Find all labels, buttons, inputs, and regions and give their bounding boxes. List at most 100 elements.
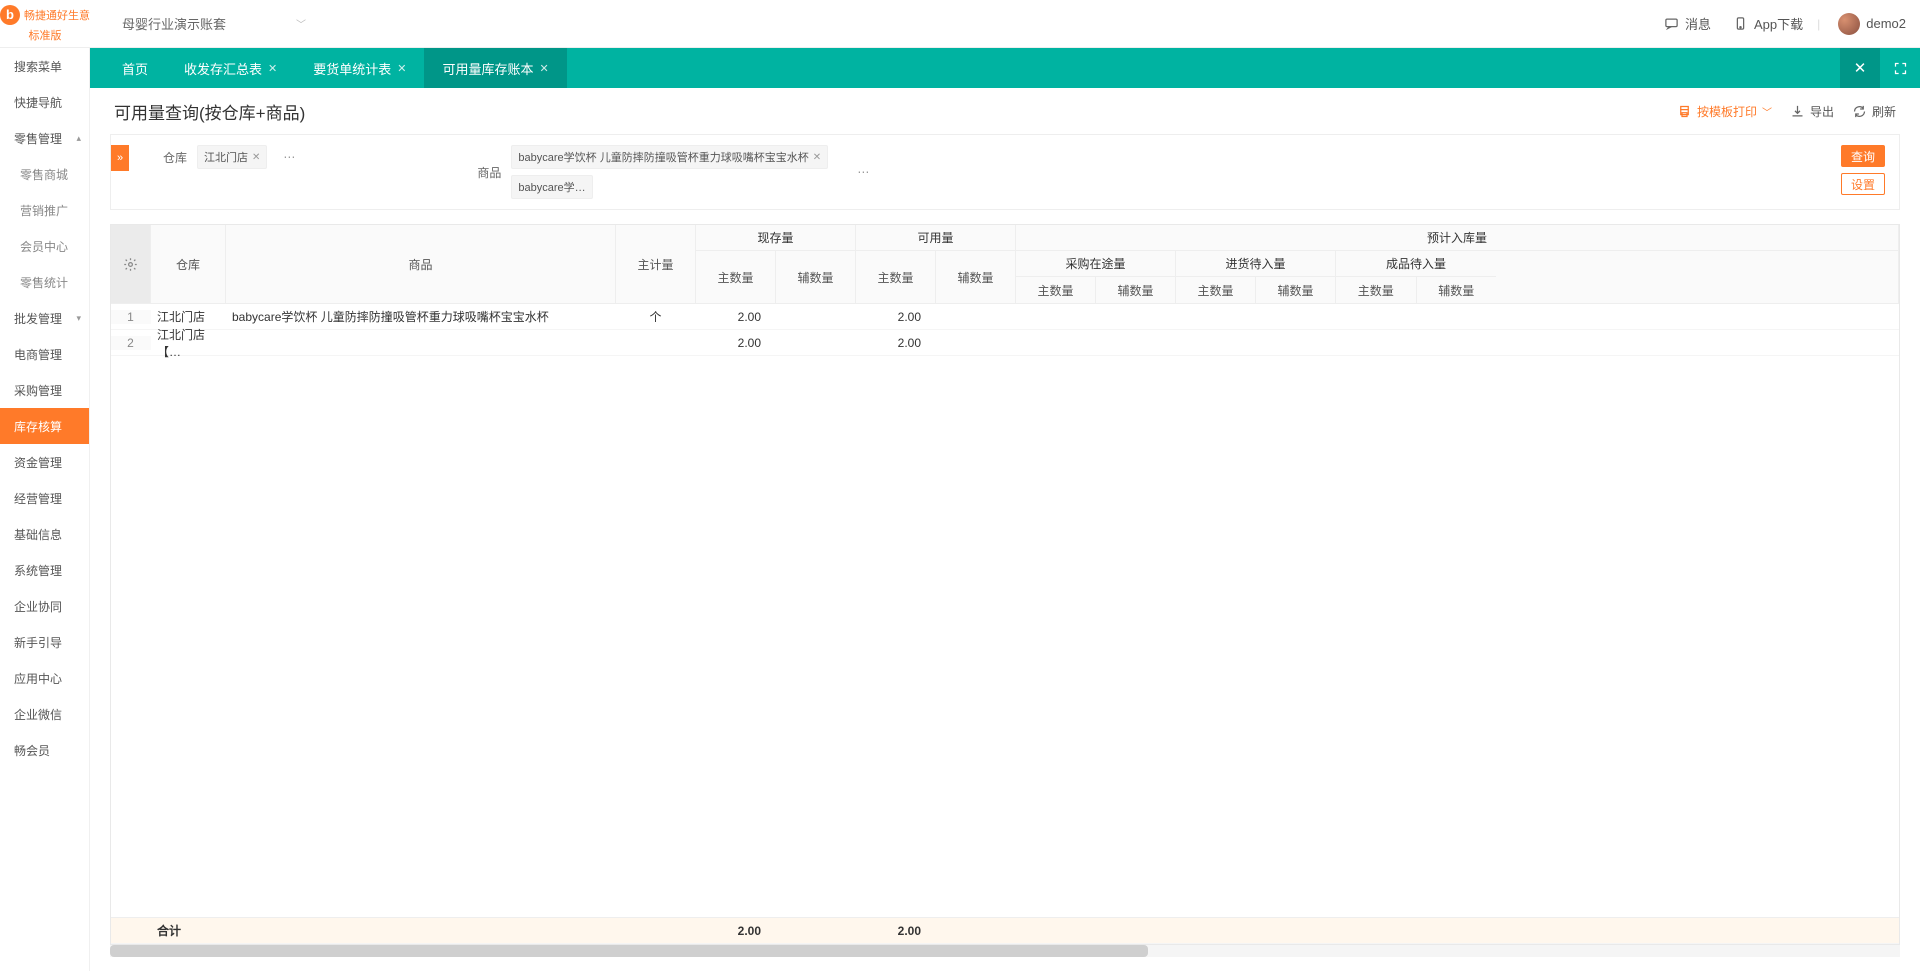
- sidebar-item-label: 新手引导: [14, 634, 62, 651]
- sidebar-item-9[interactable]: 采购管理: [0, 372, 89, 408]
- sidebar-item-11[interactable]: 资金管理: [0, 444, 89, 480]
- header-goods-pending: 进货待入量: [1176, 251, 1335, 277]
- account-name: 母婴行业演示账套: [122, 14, 226, 33]
- sidebar-item-label: 搜索菜单: [14, 58, 62, 75]
- header-pt-aux: 辅数量: [1096, 277, 1175, 303]
- gear-column-header[interactable]: [111, 225, 151, 303]
- export-button[interactable]: 导出: [1790, 103, 1834, 120]
- header-pt-main: 主数量: [1016, 277, 1096, 303]
- filter-collapse-handle[interactable]: »: [111, 145, 129, 171]
- sidebar-item-label: 基础信息: [14, 526, 62, 543]
- settings-button[interactable]: 设置: [1841, 173, 1885, 195]
- warehouse-more-icon[interactable]: ⋯: [283, 150, 297, 164]
- sidebar-item-label: 系统管理: [14, 562, 62, 579]
- sidebar-item-19[interactable]: 畅会员: [0, 732, 89, 768]
- sidebar-item-3[interactable]: 零售商城: [0, 156, 89, 192]
- tab-2[interactable]: 要货单统计表 ✕: [295, 48, 424, 88]
- filter-tag[interactable]: babycare学…: [511, 175, 592, 199]
- brand-logo: b 畅捷通好生意 标准版: [0, 0, 90, 48]
- sidebar-item-14[interactable]: 系统管理: [0, 552, 89, 588]
- export-icon: [1790, 104, 1805, 119]
- header-avail-main: 主数量: [856, 251, 936, 303]
- sidebar-item-label: 资金管理: [14, 454, 62, 471]
- sidebar-item-7[interactable]: 批发管理▾: [0, 300, 89, 336]
- sidebar-item-label: 库存核算: [14, 418, 62, 435]
- tab-label: 可用量库存账本: [442, 59, 533, 78]
- sidebar-item-4[interactable]: 营销推广: [0, 192, 89, 228]
- close-all-tabs-button[interactable]: ✕: [1840, 48, 1880, 88]
- close-icon[interactable]: ✕: [397, 62, 406, 75]
- sidebar-item-1[interactable]: 快捷导航: [0, 84, 89, 120]
- header-expected-group: 预计入库量 采购在途量 主数量 辅数量 进货待入量 主数量: [1016, 225, 1899, 303]
- user-avatar[interactable]: [1838, 13, 1860, 35]
- sidebar-item-6[interactable]: 零售统计: [0, 264, 89, 300]
- sidebar-item-15[interactable]: 企业协同: [0, 588, 89, 624]
- header-fp-main: 主数量: [1336, 277, 1417, 303]
- sidebar-item-5[interactable]: 会员中心: [0, 228, 89, 264]
- filter-bar: » 仓库 江北门店✕ ⋯ 商品 babycare学饮杯 儿童防摔防撞吸管杯重力球…: [110, 134, 1900, 210]
- message-icon: [1664, 16, 1679, 31]
- refresh-icon: [1852, 104, 1867, 119]
- sidebar-item-17[interactable]: 应用中心: [0, 660, 89, 696]
- fullscreen-button[interactable]: [1880, 48, 1920, 88]
- header-fp-aux: 辅数量: [1417, 277, 1497, 303]
- refresh-label: 刷新: [1872, 103, 1896, 120]
- warehouse-filter-label: 仓库: [163, 149, 187, 166]
- remove-tag-icon[interactable]: ✕: [252, 152, 260, 163]
- account-selector[interactable]: 母婴行业演示账套 ﹀: [114, 8, 314, 39]
- filter-tag[interactable]: babycare学饮杯 儿童防摔防撞吸管杯重力球吸嘴杯宝宝水杯 ✕: [511, 145, 828, 169]
- sidebar-item-label: 采购管理: [14, 382, 62, 399]
- filter-tag[interactable]: 江北门店✕: [197, 145, 267, 169]
- brand-name: 畅捷通好生意: [24, 7, 90, 23]
- sidebar-item-10[interactable]: 库存核算: [0, 408, 89, 444]
- username[interactable]: demo2: [1866, 16, 1906, 31]
- sidebar-item-13[interactable]: 基础信息: [0, 516, 89, 552]
- remove-tag-icon[interactable]: ✕: [813, 152, 821, 163]
- print-template-button[interactable]: 按模板打印 ﹀: [1677, 103, 1772, 120]
- header-purchase-transit: 采购在途量: [1016, 251, 1175, 277]
- tag-label: babycare学饮杯 儿童防摔防撞吸管杯重力球吸嘴杯宝宝水杯: [518, 149, 808, 165]
- sidebar-item-16[interactable]: 新手引导: [0, 624, 89, 660]
- product-tag-input[interactable]: babycare学饮杯 儿童防摔防撞吸管杯重力球吸嘴杯宝宝水杯✕babycare…: [511, 145, 841, 199]
- sidebar-item-label: 零售商城: [20, 166, 68, 183]
- sidebar-item-label: 经营管理: [14, 490, 62, 507]
- header-unit: 主计量: [616, 225, 696, 303]
- table-row[interactable]: 2江北门店【…2.002.00: [111, 330, 1899, 356]
- total-label: 合计: [151, 922, 226, 939]
- print-icon: [1677, 104, 1692, 119]
- sidebar-item-label: 零售管理: [14, 130, 62, 147]
- tab-3[interactable]: 可用量库存账本 ✕: [424, 48, 566, 88]
- header-expected: 预计入库量: [1016, 225, 1898, 251]
- horizontal-scrollbar[interactable]: [110, 945, 1900, 957]
- messages-button[interactable]: 消息: [1664, 14, 1711, 33]
- triangle-up-icon: ▴: [76, 133, 81, 144]
- sidebar-item-label: 应用中心: [14, 670, 62, 687]
- close-icon[interactable]: ✕: [540, 62, 549, 75]
- print-label: 按模板打印: [1697, 103, 1757, 120]
- refresh-button[interactable]: 刷新: [1852, 103, 1896, 120]
- cell-warehouse: 江北门店: [151, 308, 226, 325]
- header-avail-aux: 辅数量: [936, 251, 1015, 303]
- close-icon[interactable]: ✕: [268, 62, 277, 75]
- app-download-button[interactable]: App下载: [1733, 14, 1803, 33]
- tab-0[interactable]: 首页: [104, 48, 166, 88]
- sidebar-item-label: 企业微信: [14, 706, 62, 723]
- scrollbar-thumb[interactable]: [110, 945, 1148, 957]
- sidebar-item-label: 批发管理: [14, 310, 62, 327]
- table-row[interactable]: 1江北门店babycare学饮杯 儿童防摔防撞吸管杯重力球吸嘴杯宝宝水杯个2.0…: [111, 304, 1899, 330]
- product-more-icon[interactable]: ⋯: [857, 165, 871, 179]
- tab-label: 收发存汇总表: [184, 59, 262, 78]
- sidebar-item-2[interactable]: 零售管理 ▴: [0, 120, 89, 156]
- warehouse-tag-input[interactable]: 江北门店✕: [197, 145, 267, 169]
- sidebar-item-label: 电商管理: [14, 346, 62, 363]
- search-button[interactable]: 查询: [1841, 145, 1885, 167]
- sidebar-item-8[interactable]: 电商管理: [0, 336, 89, 372]
- gear-icon: [123, 257, 138, 272]
- sidebar-item-0[interactable]: 搜索菜单: [0, 48, 89, 84]
- sidebar-item-12[interactable]: 经营管理: [0, 480, 89, 516]
- header-finished-pending: 成品待入量: [1336, 251, 1496, 277]
- sidebar-item-18[interactable]: 企业微信: [0, 696, 89, 732]
- tab-1[interactable]: 收发存汇总表 ✕: [166, 48, 295, 88]
- cell-unit: 个: [616, 308, 696, 325]
- tab-label: 要货单统计表: [313, 59, 391, 78]
